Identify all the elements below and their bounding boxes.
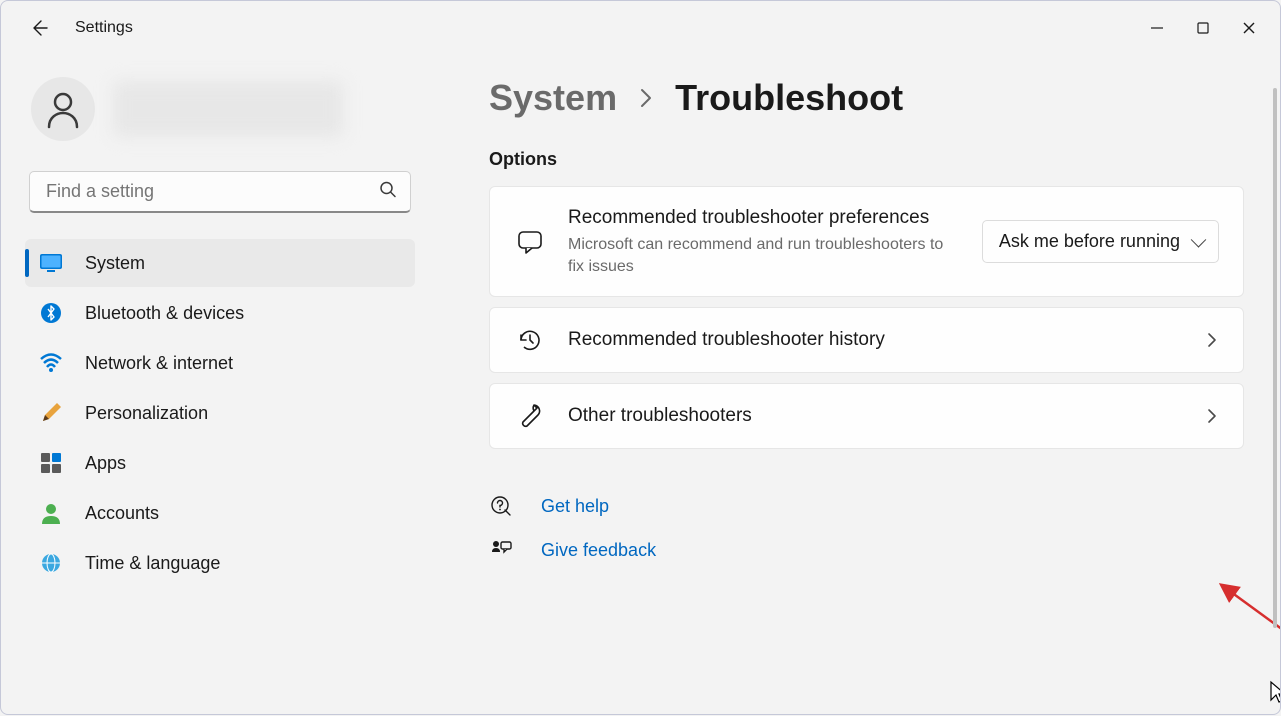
card-title: Recommended troubleshooter preferences: [568, 205, 960, 232]
wrench-icon: [514, 402, 546, 430]
sidebar-item-label: Personalization: [85, 403, 208, 424]
card-title: Recommended troubleshooter history: [568, 327, 1183, 354]
chevron-right-icon: [1205, 330, 1219, 350]
breadcrumb: System Troubleshoot: [489, 77, 1244, 119]
sidebar-item-accounts[interactable]: Accounts: [25, 489, 415, 537]
link-label: Get help: [541, 496, 609, 517]
minimize-button[interactable]: [1134, 8, 1180, 48]
annotation-arrow: [1219, 580, 1280, 710]
close-icon: [1242, 21, 1256, 35]
back-button[interactable]: [19, 8, 59, 48]
card-troubleshooter-preferences: Recommended troubleshooter preferences M…: [489, 186, 1244, 297]
avatar: [31, 77, 95, 141]
cursor-icon: [1269, 680, 1280, 706]
card-title: Other troubleshooters: [568, 403, 1183, 430]
sidebar-item-apps[interactable]: Apps: [25, 439, 415, 487]
sidebar-item-label: Time & language: [85, 553, 220, 574]
breadcrumb-parent[interactable]: System: [489, 77, 617, 119]
sidebar-item-label: Bluetooth & devices: [85, 303, 244, 324]
nav: System Bluetooth & devices Network & int…: [25, 239, 415, 587]
bluetooth-icon: [39, 301, 63, 325]
search-wrap: [29, 171, 411, 213]
scrollbar[interactable]: [1273, 88, 1277, 628]
maximize-button[interactable]: [1180, 8, 1226, 48]
chevron-right-icon: [637, 86, 655, 110]
sidebar-item-label: Network & internet: [85, 353, 233, 374]
app-title: Settings: [75, 19, 133, 37]
sidebar-item-label: System: [85, 253, 145, 274]
user-name-redacted: [113, 81, 343, 137]
accounts-icon: [39, 501, 63, 525]
sidebar-item-personalization[interactable]: Personalization: [25, 389, 415, 437]
history-icon: [514, 326, 546, 354]
chat-icon: [514, 228, 546, 256]
close-button[interactable]: [1226, 8, 1272, 48]
dropdown-value: Ask me before running: [999, 231, 1180, 251]
person-icon: [43, 89, 83, 129]
help-icon: [489, 495, 513, 517]
search-icon: [379, 181, 397, 204]
feedback-icon: [489, 539, 513, 561]
back-arrow-icon: [29, 18, 49, 38]
sidebar-item-system[interactable]: System: [25, 239, 415, 287]
sidebar-item-label: Accounts: [85, 503, 159, 524]
give-feedback-link[interactable]: Give feedback: [489, 539, 1244, 561]
sidebar-item-bluetooth[interactable]: Bluetooth & devices: [25, 289, 415, 337]
sidebar-item-network[interactable]: Network & internet: [25, 339, 415, 387]
sidebar-item-label: Apps: [85, 453, 126, 474]
chevron-right-icon: [1205, 406, 1219, 426]
main: System Troubleshoot Options Recommended …: [439, 55, 1280, 716]
time-language-icon: [39, 551, 63, 575]
breadcrumb-current: Troubleshoot: [675, 77, 903, 119]
link-label: Give feedback: [541, 540, 656, 561]
apps-icon: [39, 451, 63, 475]
personalization-icon: [39, 401, 63, 425]
user-profile[interactable]: [25, 55, 415, 171]
card-troubleshooter-history[interactable]: Recommended troubleshooter history: [489, 307, 1244, 373]
preferences-dropdown[interactable]: Ask me before running: [982, 220, 1219, 263]
titlebar: Settings: [1, 1, 1280, 55]
search-input[interactable]: [29, 171, 411, 213]
system-icon: [39, 251, 63, 275]
card-other-troubleshooters[interactable]: Other troubleshooters: [489, 383, 1244, 449]
sidebar: System Bluetooth & devices Network & int…: [1, 55, 439, 716]
network-icon: [39, 351, 63, 375]
get-help-link[interactable]: Get help: [489, 495, 1244, 517]
window-controls: [1134, 8, 1272, 48]
minimize-icon: [1150, 21, 1164, 35]
maximize-icon: [1196, 21, 1210, 35]
sidebar-item-time-language[interactable]: Time & language: [25, 539, 415, 587]
card-subtitle: Microsoft can recommend and run troubles…: [568, 234, 960, 279]
section-title: Options: [489, 149, 1244, 170]
